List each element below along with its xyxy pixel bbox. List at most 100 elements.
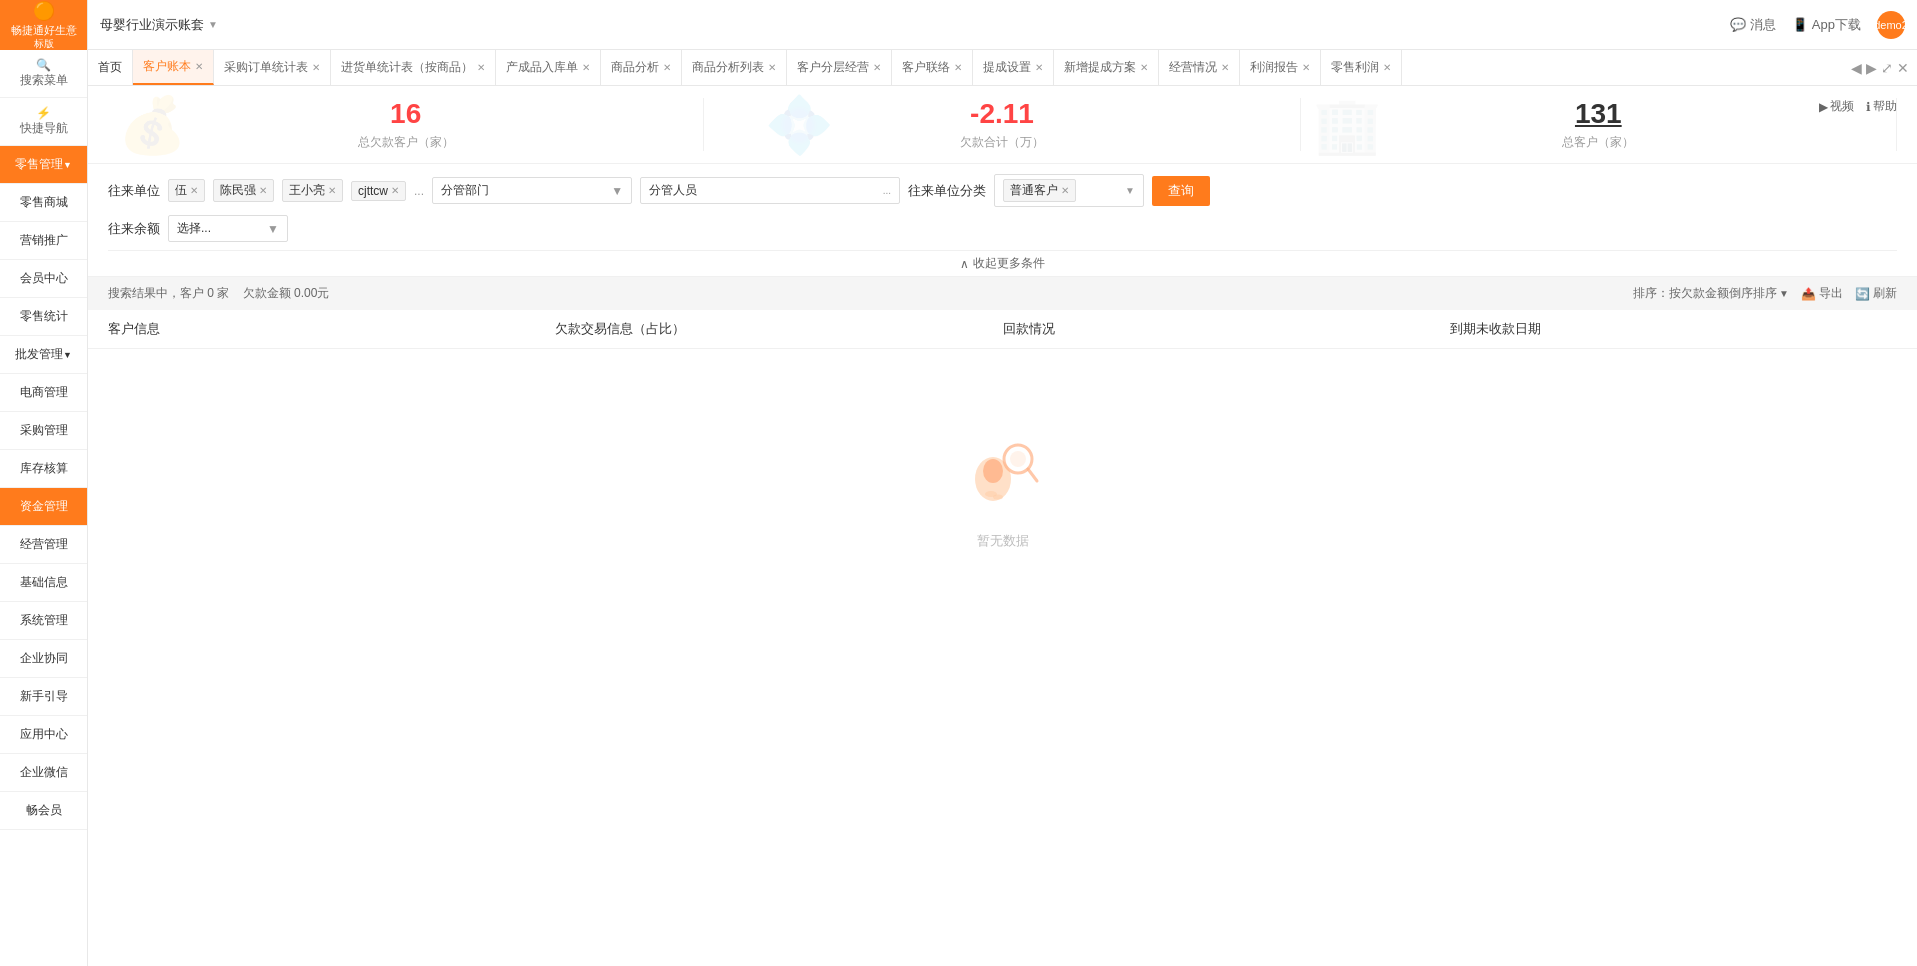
- sidebar-item-wxenterprise[interactable]: 企业微信: [0, 754, 87, 792]
- tab-label: 采购订单统计表: [224, 59, 308, 76]
- result-summary: 搜索结果中，客户 0 家 欠款金额 0.00元: [108, 285, 329, 302]
- filter-dept-select[interactable]: 分管部门 ▼: [432, 177, 632, 204]
- close-icon[interactable]: ✕: [954, 62, 962, 73]
- sort-select[interactable]: 排序：按欠款金额倒序排序 ▼: [1633, 285, 1789, 302]
- filter-unit-label: 往来单位: [108, 182, 160, 200]
- tab-home[interactable]: 首页: [88, 50, 133, 85]
- tab-product-analysis-list[interactable]: 商品分析列表 ✕: [682, 50, 787, 85]
- sidebar-item-inventory[interactable]: 库存核算: [0, 450, 87, 488]
- sidebar-item-changmember[interactable]: 畅会员: [0, 792, 87, 830]
- close-icon[interactable]: ✕: [768, 62, 776, 73]
- sidebar-item-purchase[interactable]: 采购管理: [0, 412, 87, 450]
- app-logo: 🟠 畅捷通好生意 标版: [0, 0, 87, 50]
- filter-balance-label: 往来余额: [108, 220, 160, 238]
- tab-label: 客户账本: [143, 58, 191, 75]
- tab-purchase-order-stat[interactable]: 采购订单统计表 ✕: [214, 50, 331, 85]
- stat-credit-customers-value: 16: [390, 98, 421, 130]
- chevron-down-icon: ▼: [1779, 288, 1789, 299]
- sidebar-item-finance[interactable]: 资金管理: [0, 488, 87, 526]
- export-btn[interactable]: 📤 导出: [1801, 285, 1843, 302]
- filter-unittype-label: 往来单位分类: [908, 182, 986, 200]
- sidebar-item-search[interactable]: 🔍 搜索菜单: [0, 50, 87, 98]
- close-icon[interactable]: ✕: [477, 62, 485, 73]
- filter-tag-3: cjttcw ✕: [351, 181, 406, 201]
- sidebar-item-system[interactable]: 系统管理: [0, 602, 87, 640]
- tab-product-inbound[interactable]: 产成品入库单 ✕: [496, 50, 601, 85]
- topbar-right: 💬 消息 📱 App下载 demo2: [1730, 11, 1905, 39]
- customer-type-close[interactable]: ✕: [1061, 185, 1069, 196]
- tab-scroll-left-icon[interactable]: ◀: [1851, 60, 1862, 76]
- tab-customer-ledger[interactable]: 客户账本 ✕: [133, 50, 214, 85]
- search-icon: 🔍: [36, 58, 51, 72]
- close-icon[interactable]: ✕: [582, 62, 590, 73]
- sidebar-item-ecommerce[interactable]: 电商管理: [0, 374, 87, 412]
- stat-credit-customers-label: 总欠款客户（家）: [358, 134, 454, 151]
- stat-total-customers-label: 总客户（家）: [1562, 134, 1634, 151]
- tab-customer-layering[interactable]: 客户分层经营 ✕: [787, 50, 892, 85]
- tab-product-analysis[interactable]: 商品分析 ✕: [601, 50, 682, 85]
- tab-scroll-right-icon[interactable]: ▶: [1866, 60, 1877, 76]
- stat-credit-total-label: 欠款合计（万）: [960, 134, 1044, 151]
- tab-customer-contact[interactable]: 客户联络 ✕: [892, 50, 973, 85]
- play-icon: ▶: [1819, 100, 1828, 114]
- filter-more-tags[interactable]: ...: [414, 184, 424, 198]
- tab-commission-settings[interactable]: 提成设置 ✕: [973, 50, 1054, 85]
- sidebar-item-newguide[interactable]: 新手引导: [0, 678, 87, 716]
- tab-expand-icon[interactable]: ⤢: [1881, 60, 1893, 76]
- tabbar: 首页 客户账本 ✕ 采购订单统计表 ✕ 进货单统计表（按商品） ✕ 产成品入库单…: [88, 50, 1917, 86]
- sidebar-item-marketing[interactable]: 营销推广: [0, 222, 87, 260]
- stat-credit-total-value: -2.11: [970, 98, 1034, 130]
- tab-label: 经营情况: [1169, 59, 1217, 76]
- tag-close-2[interactable]: ✕: [328, 185, 336, 196]
- tab-profit-report[interactable]: 利润报告 ✕: [1240, 50, 1321, 85]
- tab-add-commission[interactable]: 新增提成方案 ✕: [1054, 50, 1159, 85]
- query-button[interactable]: 查询: [1152, 176, 1210, 206]
- tab-close-all-icon[interactable]: ✕: [1897, 60, 1909, 76]
- tag-close-1[interactable]: ✕: [259, 185, 267, 196]
- sidebar-item-wholesale[interactable]: 批发管理 ▼: [0, 336, 87, 374]
- close-icon[interactable]: ✕: [1221, 62, 1229, 73]
- tab-operations[interactable]: 经营情况 ✕: [1159, 50, 1240, 85]
- refresh-btn[interactable]: 🔄 刷新: [1855, 285, 1897, 302]
- sidebar-item-member[interactable]: 会员中心: [0, 260, 87, 298]
- sidebar-item-basics[interactable]: 基础信息: [0, 564, 87, 602]
- chevron-up-icon: ∧: [960, 257, 969, 271]
- video-btn[interactable]: ▶ 视频: [1819, 98, 1854, 115]
- sidebar-item-retailmall[interactable]: 零售商城: [0, 184, 87, 222]
- tag-close-0[interactable]: ✕: [190, 185, 198, 196]
- sidebar-item-retail[interactable]: 零售管理 ▼: [0, 146, 87, 184]
- avatar[interactable]: demo2: [1877, 11, 1905, 39]
- filter-unittype-select[interactable]: 普通客户 ✕ ▼: [994, 174, 1144, 207]
- close-icon[interactable]: ✕: [312, 62, 320, 73]
- message-btn[interactable]: 💬 消息: [1730, 16, 1776, 34]
- close-icon[interactable]: ✕: [195, 61, 203, 72]
- close-icon[interactable]: ✕: [1035, 62, 1043, 73]
- tag-text-2: 王小亮: [289, 182, 325, 199]
- stats-bar: 💰 💠 🏢 16 总欠款客户（家） -2.11 欠款合计（万） 131 总客户（…: [88, 86, 1917, 164]
- account-selector[interactable]: 母婴行业演示账套 ▼: [100, 16, 218, 34]
- topbar: 母婴行业演示账套 ▼ 💬 消息 📱 App下载 demo2: [88, 0, 1917, 50]
- sidebar-item-operations[interactable]: 经营管理: [0, 526, 87, 564]
- col-due-date: 到期未收款日期: [1450, 320, 1897, 338]
- filter-balance-select[interactable]: 选择... ▼: [168, 215, 288, 242]
- tab-purchase-stat-by-product[interactable]: 进货单统计表（按商品） ✕: [331, 50, 496, 85]
- filter-bar: 往来单位 伍 ✕ 陈民强 ✕ 王小亮 ✕ cjttcw ✕ ...: [88, 164, 1917, 277]
- close-icon[interactable]: ✕: [1383, 62, 1391, 73]
- tag-close-3[interactable]: ✕: [391, 185, 399, 196]
- app-download-btn[interactable]: 📱 App下载: [1792, 16, 1861, 34]
- help-btn[interactable]: ℹ 帮助: [1866, 98, 1897, 115]
- table-header: 客户信息 欠款交易信息（占比） 回款情况 到期未收款日期: [88, 310, 1917, 349]
- sidebar-item-quicknav[interactable]: ⚡ 快捷导航: [0, 98, 87, 146]
- close-icon[interactable]: ✕: [873, 62, 881, 73]
- collapse-filters-btn[interactable]: ∧ 收起更多条件: [108, 250, 1897, 276]
- tab-retail-profit[interactable]: 零售利润 ✕: [1321, 50, 1402, 85]
- sidebar-item-retailstat[interactable]: 零售统计: [0, 298, 87, 336]
- close-icon[interactable]: ✕: [1302, 62, 1310, 73]
- svg-point-6: [993, 495, 1003, 500]
- close-icon[interactable]: ✕: [663, 62, 671, 73]
- sidebar-item-appcenter[interactable]: 应用中心: [0, 716, 87, 754]
- stat-total-customers: 131 总客户（家）: [1301, 98, 1897, 151]
- sidebar-item-collab[interactable]: 企业协同: [0, 640, 87, 678]
- filter-manager-select[interactable]: 分管人员 ...: [640, 177, 900, 204]
- close-icon[interactable]: ✕: [1140, 62, 1148, 73]
